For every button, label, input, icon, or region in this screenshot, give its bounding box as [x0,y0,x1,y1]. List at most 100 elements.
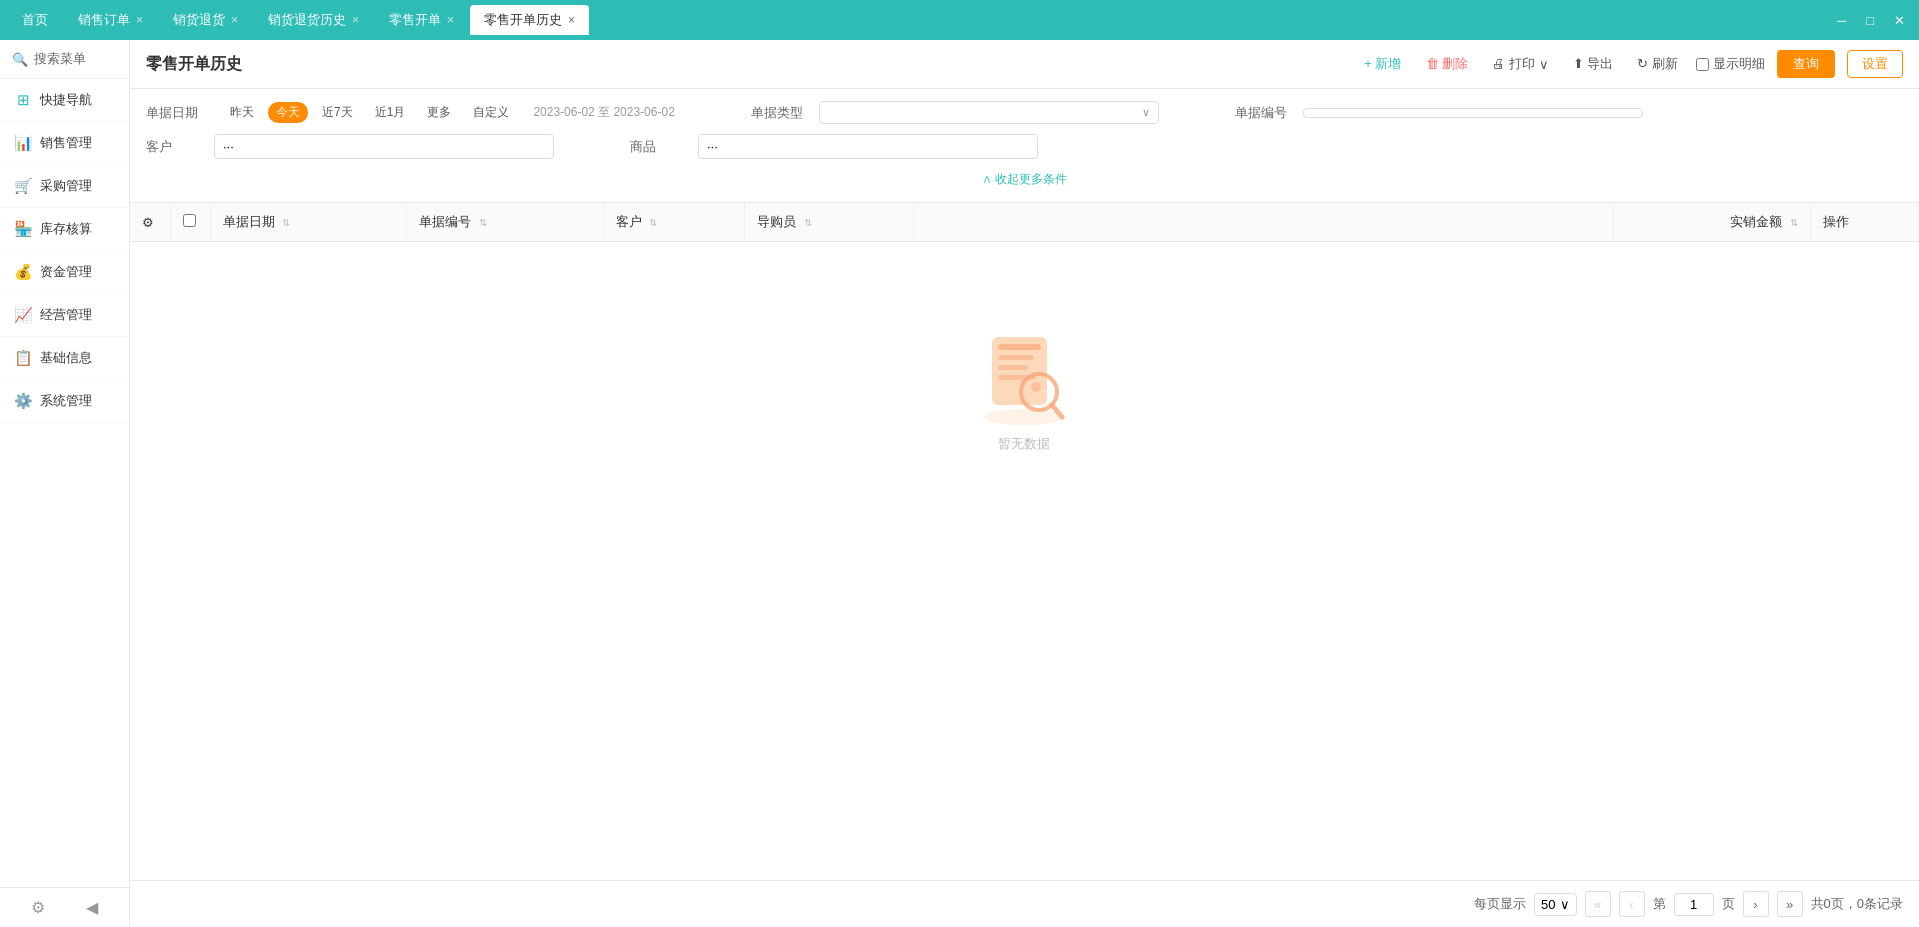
svg-rect-2 [998,344,1041,350]
col-check-header[interactable] [170,203,210,242]
close-btn[interactable]: ✕ [1888,11,1911,30]
tab-sales-return-history[interactable]: 销货退货历史 × [254,5,373,35]
sidebar-item-quick-nav[interactable]: ⊞ 快捷导航 [0,79,129,122]
table-container: ⚙ 单据日期 ⇅ 单据编号 ⇅ [130,203,1919,880]
tab-sales-order[interactable]: 销售订单 × [64,5,157,35]
tab-sales-return-history-close[interactable]: × [352,14,359,26]
display-detail-check[interactable] [1696,58,1709,71]
sidebar-item-purchase-mgmt[interactable]: 🛒 采购管理 [0,165,129,208]
sidebar-bottom: ⚙ ◀ [0,887,129,927]
page-summary: 共0页，0条记录 [1811,895,1903,913]
next-page-btn[interactable]: › [1743,891,1769,917]
tab-sales-order-close[interactable]: × [136,14,143,26]
col-doc-no-header[interactable]: 单据编号 ⇅ [407,203,604,242]
display-detail-label: 显示明细 [1713,55,1765,73]
sidebar-item-base-info[interactable]: 📋 基础信息 [0,337,129,380]
col-settings-header[interactable]: ⚙ [130,203,170,242]
date-opt-7days[interactable]: 近7天 [314,102,361,123]
minimize-btn[interactable]: ─ [1831,11,1852,30]
sidebar-item-operations[interactable]: 📈 经营管理 [0,294,129,337]
doc-type-select[interactable]: ∨ [819,101,1159,124]
date-opt-custom[interactable]: 自定义 [465,102,517,123]
sidebar-search[interactable]: 🔍 搜索菜单 [0,40,129,79]
first-page-btn[interactable]: « [1585,891,1611,917]
settings-col-icon: ⚙ [142,215,154,230]
tab-retail-open-close[interactable]: × [447,14,454,26]
sidebar: 🔍 搜索菜单 ⊞ 快捷导航 📊 销售管理 🛒 采购管理 🏪 库存核算 💰 资金管… [0,40,130,927]
empty-text: 暂无数据 [998,435,1050,453]
tab-sales-return-close[interactable]: × [231,14,238,26]
maximize-btn[interactable]: □ [1860,11,1880,30]
goods-input[interactable]: ··· [698,134,1038,159]
select-all-checkbox[interactable] [183,214,196,227]
sidebar-item-finance[interactable]: 💰 资金管理 [0,251,129,294]
sidebar-item-inventory[interactable]: 🏪 库存核算 [0,208,129,251]
doc-no-label: 单据编号 [1235,104,1295,122]
collapse-row: ∧ 收起更多条件 [146,169,1903,190]
col-guide-header[interactable]: 导购员 ⇅ [745,203,914,242]
svg-point-8 [1031,382,1041,392]
page-size-select[interactable]: 50 ∨ [1534,893,1576,916]
customer-input[interactable]: ··· [214,134,554,159]
sidebar-item-sales-mgmt[interactable]: 📊 销售管理 [0,122,129,165]
delete-button-label: 🗑 删除 [1426,55,1469,73]
base-info-icon: 📋 [14,349,32,367]
add-button[interactable]: + 新增 [1358,51,1407,77]
col-actual-amount-header[interactable]: 实销金额 ⇅ [1614,203,1811,242]
date-opt-today[interactable]: 今天 [268,102,308,123]
tab-sales-order-label: 销售订单 [78,11,130,29]
col-doc-date-header[interactable]: 单据日期 ⇅ [210,203,407,242]
sidebar-item-label-finance: 资金管理 [40,263,92,281]
guide-sort-icon: ⇅ [804,217,812,228]
last-page-btn[interactable]: » [1777,891,1803,917]
tab-retail-open-history-label: 零售开单历史 [484,11,562,29]
sidebar-item-label-base-info: 基础信息 [40,349,92,367]
page-size-value: 50 [1541,897,1555,912]
col-customer-header[interactable]: 客户 ⇅ [603,203,744,242]
goods-dots: ··· [707,139,718,154]
delete-button[interactable]: 🗑 删除 [1420,51,1475,77]
sidebar-search-label: 搜索菜单 [34,50,86,68]
refresh-button[interactable]: ↻ 刷新 [1631,51,1684,77]
display-detail-checkbox[interactable]: 显示明细 [1696,55,1765,73]
date-opt-yesterday[interactable]: 昨天 [222,102,262,123]
settings-icon[interactable]: ⚙ [31,898,45,917]
purchase-mgmt-icon: 🛒 [14,177,32,195]
collapse-sidebar-icon[interactable]: ◀ [86,898,98,917]
window-controls: ─ □ ✕ [1831,11,1911,30]
print-button-label: 🖨 打印 [1492,55,1535,73]
add-button-label: + 新增 [1364,55,1401,73]
main-layout: 🔍 搜索菜单 ⊞ 快捷导航 📊 销售管理 🛒 采购管理 🏪 库存核算 💰 资金管… [0,40,1919,927]
customer-sort-icon: ⇅ [649,217,657,228]
tab-retail-open-history[interactable]: 零售开单历史 × [470,5,589,35]
sidebar-item-label-sys-mgmt: 系统管理 [40,392,92,410]
tab-home[interactable]: 首页 [8,5,62,35]
page-title: 零售开单历史 [146,54,242,75]
sales-mgmt-icon: 📊 [14,134,32,152]
setting-button[interactable]: 设置 [1847,50,1903,78]
date-label: 单据日期 [146,104,206,122]
query-button[interactable]: 查询 [1777,50,1835,78]
tab-sales-return[interactable]: 销货退货 × [159,5,252,35]
collapse-button[interactable]: ∧ 收起更多条件 [974,169,1075,190]
customer-label: 客户 [146,138,206,156]
sidebar-item-label-sales-mgmt: 销售管理 [40,134,92,152]
sidebar-item-sys-mgmt[interactable]: ⚙️ 系统管理 [0,380,129,423]
refresh-button-label: ↻ 刷新 [1637,55,1678,73]
prev-page-btn[interactable]: ‹ [1619,891,1645,917]
date-opt-1month[interactable]: 近1月 [367,102,414,123]
doc-no-input[interactable] [1303,108,1643,118]
tab-retail-open-history-close[interactable]: × [568,14,575,26]
export-button[interactable]: ⬆ 导出 [1567,51,1620,77]
date-opt-more[interactable]: 更多 [419,102,459,123]
svg-point-0 [984,409,1064,425]
empty-illustration [964,322,1084,435]
tab-retail-open[interactable]: 零售开单 × [375,5,468,35]
inventory-icon: 🏪 [14,220,32,238]
col-spacer-header [914,203,1614,242]
empty-state: 暂无数据 [130,242,1919,533]
page-number-input[interactable] [1674,893,1714,916]
print-button[interactable]: 🖨 打印 ∨ [1486,51,1555,77]
quick-nav-icon: ⊞ [14,91,32,109]
date-range: 2023-06-02 至 2023-06-02 [533,104,674,121]
